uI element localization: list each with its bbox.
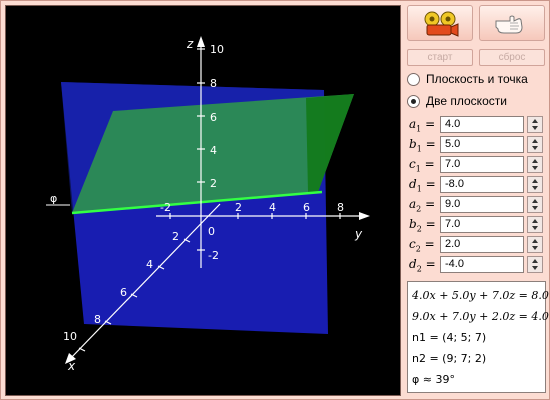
- y-tick-label: -2: [160, 201, 171, 214]
- param-spinner[interactable]: [527, 216, 543, 233]
- x-axis-name: x: [67, 359, 76, 373]
- spin-up-icon[interactable]: [532, 119, 538, 123]
- radio-plane-and-point[interactable]: [407, 72, 420, 86]
- x-tick-label: 6: [120, 286, 127, 299]
- z-tick-label: 8: [210, 77, 217, 90]
- z-tick-label: 6: [210, 111, 217, 124]
- spin-down-icon[interactable]: [532, 126, 538, 130]
- param-row-d2: d2 = -4.0: [407, 255, 547, 274]
- mode-plane-and-point[interactable]: Плоскость и точка: [407, 69, 547, 89]
- y-tick-label: 4: [269, 201, 276, 214]
- hand-stop-icon: [495, 15, 523, 34]
- param-spinner[interactable]: [527, 156, 543, 173]
- param-spinner[interactable]: [527, 256, 543, 273]
- app-window: z y x 10 8 6 4 2 -2 -2 2 4 6 8 2 4 6 8 1…: [0, 0, 550, 400]
- param-label: d2 =: [409, 257, 436, 274]
- results-box: 4.0x + 5.0y + 7.0z = 8.0 9.0x + 7.0y + 2…: [407, 281, 549, 393]
- scene-canvas[interactable]: z y x 10 8 6 4 2 -2 -2 2 4 6 8 2 4 6 8 1…: [6, 6, 401, 396]
- param-input-b1[interactable]: 5.0: [440, 136, 524, 153]
- z-tick-label: -2: [208, 249, 219, 262]
- param-input-d2[interactable]: -4.0: [440, 256, 524, 273]
- mode-label: Две плоскости: [426, 94, 507, 108]
- plane-2-equation: 9.0x + 7.0y + 2.0z = 4.0: [412, 310, 549, 323]
- param-input-a1[interactable]: 4.0: [440, 116, 524, 133]
- z-tick-label: 4: [210, 144, 217, 157]
- param-row-c1: c1 = 7.0: [407, 155, 547, 174]
- spin-up-icon[interactable]: [532, 259, 538, 263]
- plane-1-equation: 4.0x + 5.0y + 7.0z = 8.0: [412, 289, 549, 302]
- param-spinner[interactable]: [527, 176, 543, 193]
- param-spinner[interactable]: [527, 136, 543, 153]
- param-spinner[interactable]: [527, 116, 543, 133]
- normal-2: n2 = (9; 7; 2): [412, 352, 487, 365]
- mode-label: Плоскость и точка: [426, 72, 528, 86]
- angle-symbol: φ: [50, 192, 57, 205]
- y-tick-label: 8: [337, 201, 344, 214]
- x-tick-label: 2: [172, 230, 179, 243]
- normal-1: n1 = (4; 5; 7): [412, 331, 487, 344]
- spin-down-icon[interactable]: [532, 266, 538, 270]
- spin-down-icon[interactable]: [532, 146, 538, 150]
- param-label: c1 =: [409, 157, 435, 174]
- param-spinner[interactable]: [527, 196, 543, 213]
- param-row-c2: c2 = 2.0: [407, 235, 547, 254]
- x-tick-label: 10: [63, 330, 77, 343]
- spin-up-icon[interactable]: [532, 179, 538, 183]
- y-tick-label: 6: [303, 201, 310, 214]
- start-button[interactable]: старт: [407, 49, 473, 66]
- param-row-a2: a2 = 9.0: [407, 195, 547, 214]
- param-input-a2[interactable]: 9.0: [440, 196, 524, 213]
- spin-up-icon[interactable]: [532, 199, 538, 203]
- spin-down-icon[interactable]: [532, 166, 538, 170]
- mode-two-planes[interactable]: Две плоскости: [407, 91, 547, 111]
- reset-text-button[interactable]: сброс: [479, 49, 545, 66]
- param-label: b2 =: [409, 217, 436, 234]
- spin-down-icon[interactable]: [532, 186, 538, 190]
- param-input-c1[interactable]: 7.0: [440, 156, 524, 173]
- reset-button[interactable]: [479, 5, 545, 41]
- z-tick-label: 2: [210, 177, 217, 190]
- spin-up-icon[interactable]: [532, 219, 538, 223]
- spin-down-icon[interactable]: [532, 246, 538, 250]
- x-tick-label: 8: [94, 313, 101, 326]
- param-label: c2 =: [409, 237, 435, 254]
- param-row-b1: b1 = 5.0: [407, 135, 547, 154]
- spin-down-icon[interactable]: [532, 226, 538, 230]
- param-spinner[interactable]: [527, 236, 543, 253]
- control-panel: старт сброс Плоскость и точка Две плоско…: [405, 5, 549, 397]
- start-animation-button[interactable]: [407, 5, 473, 41]
- param-label: b1 =: [409, 137, 436, 154]
- y-axis-name: y: [354, 227, 363, 241]
- param-input-d1[interactable]: -8.0: [440, 176, 524, 193]
- param-row-a1: a1 = 4.0: [407, 115, 547, 134]
- y-tick-label: 2: [235, 201, 242, 214]
- spin-up-icon[interactable]: [532, 239, 538, 243]
- x-tick-label: 4: [146, 258, 153, 271]
- radio-two-planes[interactable]: [407, 94, 420, 108]
- spin-up-icon[interactable]: [532, 159, 538, 163]
- 3d-viewport[interactable]: z y x 10 8 6 4 2 -2 -2 2 4 6 8 2 4 6 8 1…: [5, 5, 401, 396]
- spin-up-icon[interactable]: [532, 139, 538, 143]
- param-input-b2[interactable]: 7.0: [440, 216, 524, 233]
- angle-result: φ ≈ 39°: [412, 373, 455, 386]
- film-camera-icon: [424, 11, 459, 37]
- param-label: a1 =: [409, 117, 436, 134]
- param-row-b2: b2 = 7.0: [407, 215, 547, 234]
- param-input-c2[interactable]: 2.0: [440, 236, 524, 253]
- z-axis-name: z: [186, 37, 194, 51]
- origin-label: 0: [208, 225, 215, 238]
- param-row-d1: d1 = -8.0: [407, 175, 547, 194]
- spin-down-icon[interactable]: [532, 206, 538, 210]
- param-label: a2 =: [409, 197, 436, 214]
- param-label: d1 =: [409, 177, 436, 194]
- z-tick-label: 10: [210, 43, 224, 56]
